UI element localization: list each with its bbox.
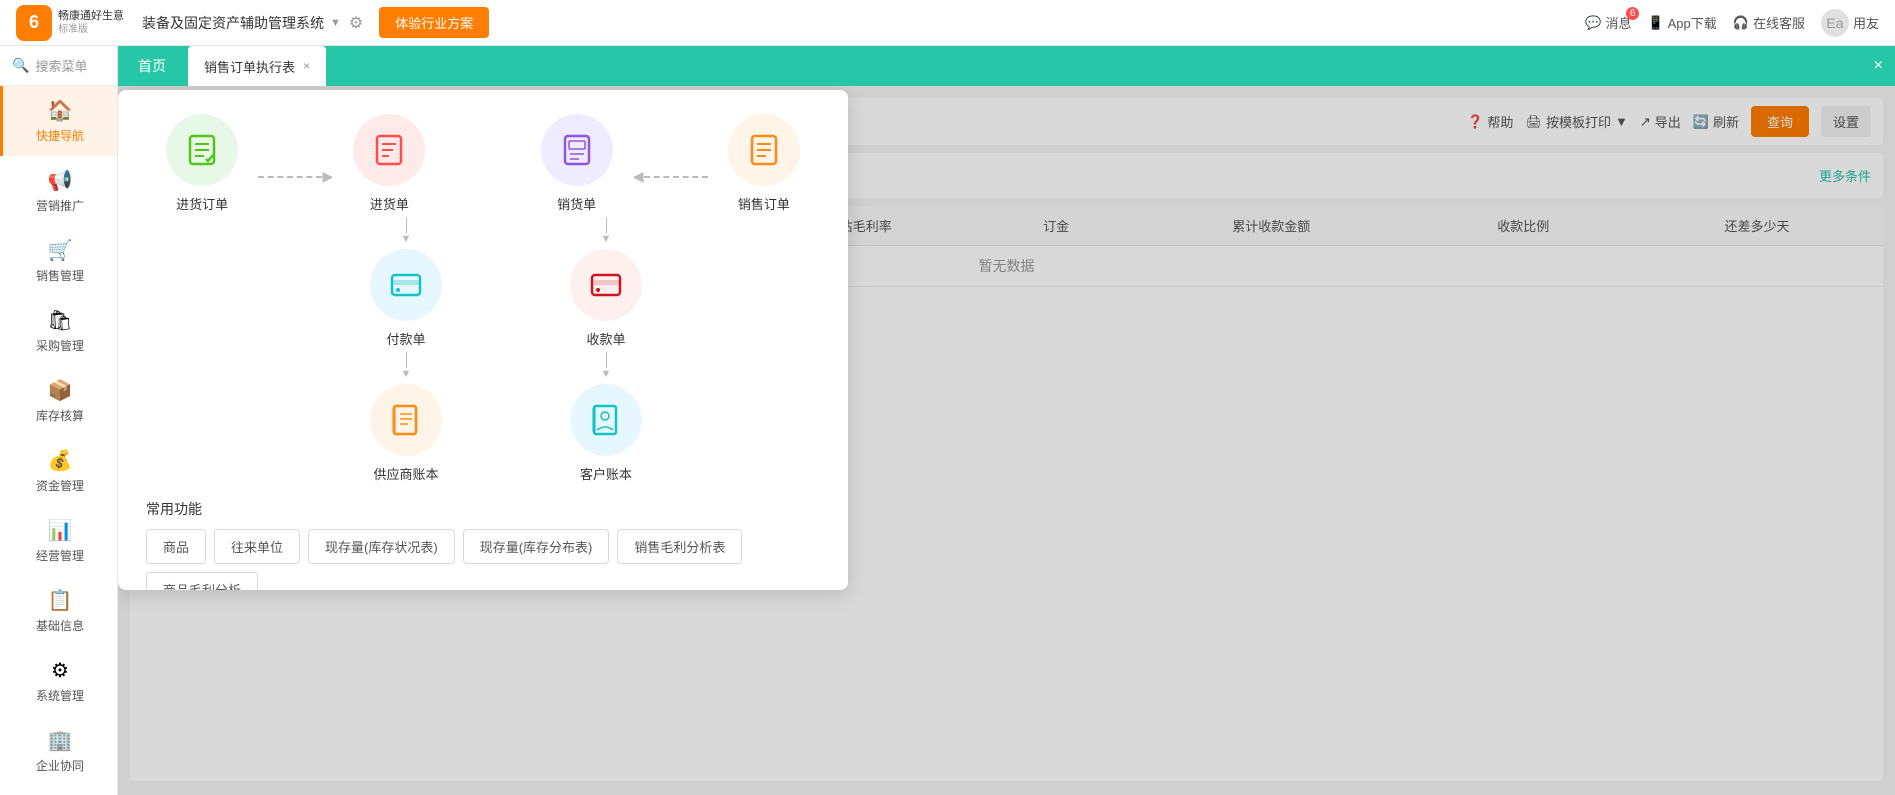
app-download-action[interactable]: 📱 App下载 xyxy=(1647,13,1716,32)
quick-nav-icon: 🏠 xyxy=(48,98,73,123)
quick-guide-panel: 进货订单 ▶ 进 xyxy=(118,90,848,590)
flow-label-customer-ledger: 客户账本 xyxy=(580,464,632,483)
sales-order-icon xyxy=(728,114,800,186)
close-all-tabs-icon[interactable]: × xyxy=(1862,57,1895,75)
quick-guide-overlay: 进货订单 ▶ 进 xyxy=(118,86,1895,795)
purchase-icon: 🛍 xyxy=(47,308,72,333)
message-badge: 6 xyxy=(1626,7,1640,20)
download-icon: 📱 xyxy=(1647,15,1663,31)
purchase-order-icon xyxy=(166,114,238,186)
sales-bill-icon xyxy=(541,114,613,186)
sidebar-item-enterprise[interactable]: 🏢 企业协同 xyxy=(0,716,117,786)
flow-node-customer-ledger[interactable]: 客户账本 xyxy=(546,384,666,483)
sales-icon: 🛒 xyxy=(48,238,73,263)
sidebar-label-operations: 经营管理 xyxy=(36,547,84,564)
trial-button[interactable]: 体验行业方案 xyxy=(379,7,489,38)
sidebar-label-basics: 基础信息 xyxy=(36,617,84,634)
logo-icon: 6 xyxy=(16,5,52,41)
flow-node-receipt-bill[interactable]: 收款单 xyxy=(546,249,666,348)
fn-btn-stock-status[interactable]: 现存量(库存状况表) xyxy=(308,529,455,564)
logo-area: 6 畅康通好生意 标准版 xyxy=(16,5,134,41)
sidebar-label-sales: 销售管理 xyxy=(36,267,84,284)
payment-bill-icon xyxy=(370,249,442,321)
logo-sub: 标准版 xyxy=(58,23,124,36)
message-icon: 💬 xyxy=(1585,15,1601,31)
sidebar-search[interactable]: 🔍 搜索菜单 xyxy=(0,46,117,86)
finance-icon: 💰 xyxy=(48,448,73,473)
fn-btn-sales-margin[interactable]: 销售毛利分析表 xyxy=(617,529,742,564)
receipt-bill-icon xyxy=(570,249,642,321)
username: 用友 xyxy=(1853,13,1879,32)
tab-home[interactable]: 首页 xyxy=(118,46,186,86)
flow-label-receipt-bill: 收款单 xyxy=(586,329,625,348)
online-service-action[interactable]: 🎧 在线客服 xyxy=(1733,13,1805,32)
system-name: 装备及固定资产辅助管理系统 ▼ xyxy=(142,13,341,33)
message-action[interactable]: 💬 消息 6 xyxy=(1585,13,1631,32)
sidebar-label-finance: 资金管理 xyxy=(36,477,84,494)
search-icon: 🔍 xyxy=(12,57,29,74)
sidebar-label-purchase: 采购管理 xyxy=(36,337,84,354)
flow-node-purchase-order[interactable]: 进货订单 xyxy=(146,114,258,213)
customer-ledger-icon xyxy=(570,384,642,456)
flow-node-sales-order[interactable]: 销售订单 xyxy=(708,114,820,213)
fn-btn-product-margin[interactable]: 商品毛利分析 xyxy=(146,572,258,590)
system-icon: ⚙ xyxy=(51,658,69,683)
sidebar-label-system: 系统管理 xyxy=(36,687,84,704)
sidebar-item-finance[interactable]: 💰 资金管理 xyxy=(0,436,117,506)
common-functions: 常用功能 商品 往来单位 现存量(库存状况表) 现存量(库存分布表) 销售毛利分… xyxy=(146,499,820,590)
sidebar-item-purchase[interactable]: 🛍 采购管理 xyxy=(0,296,117,366)
online-service-label: 在线客服 xyxy=(1753,13,1805,32)
flow-label-payment-bill: 付款单 xyxy=(386,329,425,348)
purchase-bill-icon xyxy=(353,114,425,186)
page-content: ❓ 帮助 🖨 按模板打印 ▼ ↗ 导出 🔄 刷新 xyxy=(118,86,1895,795)
flow-label-purchase-bill: 进货单 xyxy=(370,194,409,213)
tab-bar: 首页 销售订单执行表 × × xyxy=(118,46,1895,86)
flow-label-sales-bill: 销货单 xyxy=(557,194,596,213)
flow-node-purchase-bill[interactable]: 进货单 xyxy=(333,114,445,213)
avatar: Ea xyxy=(1821,9,1849,37)
flow-node-supplier-ledger[interactable]: 供应商账本 xyxy=(346,384,466,483)
flow-label-sales-order: 销售订单 xyxy=(738,194,790,213)
marketing-icon: 📢 xyxy=(48,168,73,193)
fn-btn-partner[interactable]: 往来单位 xyxy=(214,529,300,564)
user-action[interactable]: Ea 用友 xyxy=(1821,9,1879,37)
fn-btn-product[interactable]: 商品 xyxy=(146,529,206,564)
logo-name: 畅康通好生意 xyxy=(58,9,124,23)
operations-icon: 📊 xyxy=(48,518,73,543)
search-label: 搜索菜单 xyxy=(35,56,87,75)
sidebar-item-quick-nav[interactable]: 🏠 快捷导航 xyxy=(0,86,117,156)
sidebar-item-marketing[interactable]: 📢 营销推广 xyxy=(0,156,117,226)
inventory-icon: 📦 xyxy=(48,378,73,403)
flow-label-purchase-order: 进货订单 xyxy=(176,194,228,213)
service-icon: 🎧 xyxy=(1733,15,1749,31)
sidebar-item-inventory[interactable]: 📦 库存核算 xyxy=(0,366,117,436)
sidebar-label-quick-nav: 快捷导航 xyxy=(36,127,84,144)
sidebar-label-inventory: 库存核算 xyxy=(36,407,84,424)
app-download-label: App下载 xyxy=(1668,13,1717,32)
sidebar-label-enterprise: 企业协同 xyxy=(36,757,84,774)
flow-node-sales-bill[interactable]: 销货单 xyxy=(520,114,632,213)
tab-close-icon[interactable]: × xyxy=(303,59,310,73)
sidebar-label-marketing: 营销推广 xyxy=(36,197,84,214)
settings-icon[interactable]: ⚙ xyxy=(349,13,363,33)
basics-icon: 📋 xyxy=(48,588,73,613)
flow-label-supplier-ledger: 供应商账本 xyxy=(373,464,438,483)
sidebar: 🔍 搜索菜单 🏠 快捷导航 📢 营销推广 🛒 销售管理 🛍 采购管理 📦 xyxy=(0,46,118,795)
sidebar-item-sales[interactable]: 🛒 销售管理 xyxy=(0,226,117,296)
tab-sales-order-exec[interactable]: 销售订单执行表 × xyxy=(188,46,326,86)
function-buttons-row: 商品 往来单位 现存量(库存状况表) 现存量(库存分布表) 销售毛利分析表 商品… xyxy=(146,529,820,590)
sidebar-item-basics[interactable]: 📋 基础信息 xyxy=(0,576,117,646)
supplier-ledger-icon xyxy=(370,384,442,456)
sidebar-item-system[interactable]: ⚙ 系统管理 xyxy=(0,646,117,716)
fn-btn-stock-dist[interactable]: 现存量(库存分布表) xyxy=(463,529,610,564)
flow-node-payment-bill[interactable]: 付款单 xyxy=(346,249,466,348)
common-functions-title: 常用功能 xyxy=(146,499,820,519)
system-dropdown-icon[interactable]: ▼ xyxy=(330,17,341,29)
sidebar-item-operations[interactable]: 📊 经营管理 xyxy=(0,506,117,576)
enterprise-icon: 🏢 xyxy=(48,728,73,753)
sidebar-item-beginner[interactable]: 📖 新手引导 xyxy=(0,786,117,795)
